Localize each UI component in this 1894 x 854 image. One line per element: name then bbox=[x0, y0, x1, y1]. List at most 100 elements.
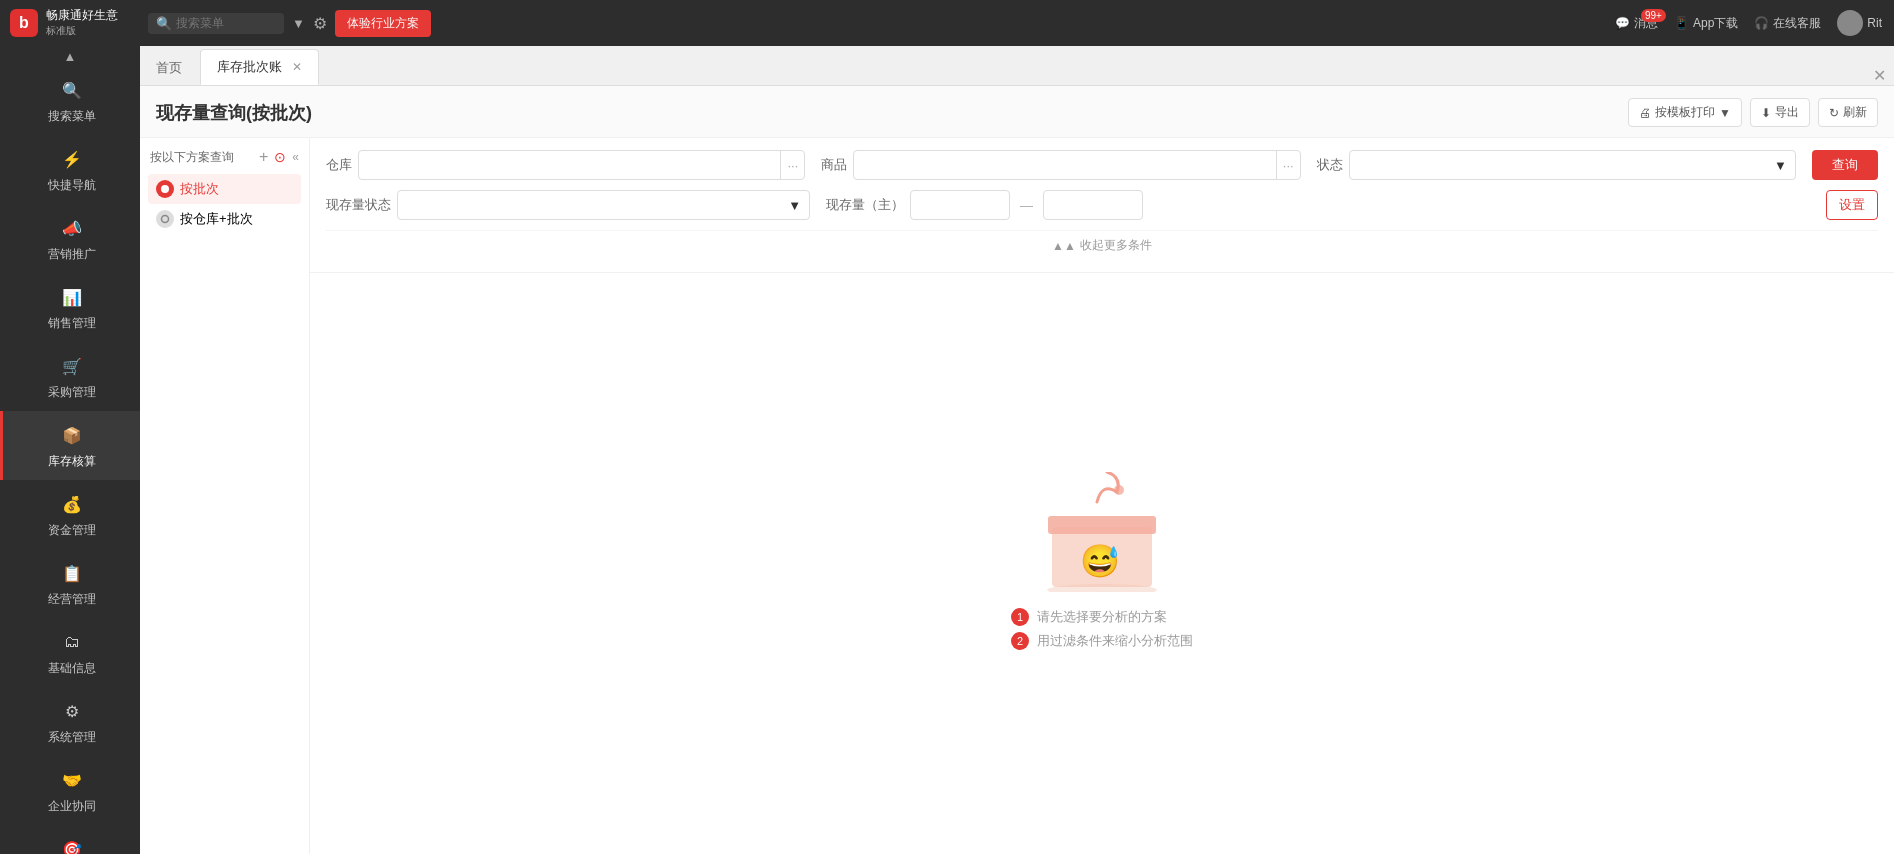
sidebar-item-system[interactable]: ⚙ 系统管理 bbox=[0, 687, 140, 756]
scheme-item-batch[interactable]: 按批次 bbox=[148, 174, 301, 204]
top-bar: b 畅康通好生意 标准版 🔍 ▼ ⚙ 体验行业方案 💬 消息 99+ 📱 App… bbox=[0, 0, 1894, 46]
sidebar-item-inventory[interactable]: 📦 库存核算 bbox=[0, 411, 140, 480]
app-download-btn[interactable]: 📱 App下载 bbox=[1674, 15, 1738, 32]
sidebar-scroll-up[interactable]: ▲ bbox=[0, 46, 140, 66]
messages-badge: 99+ bbox=[1641, 9, 1666, 22]
app-name: 畅康通好生意 bbox=[46, 8, 118, 24]
menu-search-input[interactable] bbox=[176, 16, 276, 30]
sidebar-item-purchase[interactable]: 🛒 采购管理 bbox=[0, 342, 140, 411]
empty-hint-2: 2 用过滤条件来缩小分析范围 bbox=[1011, 632, 1193, 650]
empty-illustration: 😅 bbox=[1022, 472, 1182, 592]
sidebar-item-enterprise[interactable]: 🤝 企业协同 bbox=[0, 756, 140, 825]
trial-btn[interactable]: 体验行业方案 bbox=[335, 10, 431, 37]
stock-qty-to[interactable] bbox=[1043, 190, 1143, 220]
warehouse-label: 仓库 bbox=[326, 156, 352, 174]
tab-home-label: 首页 bbox=[156, 59, 182, 77]
guide-icon: 🎯 bbox=[58, 835, 86, 854]
messages-btn[interactable]: 💬 消息 99+ bbox=[1615, 15, 1658, 32]
search-menu-icon: 🔍 bbox=[58, 76, 86, 104]
sales-icon: 📊 bbox=[58, 283, 86, 311]
filter-item-stock-qty: 现存量（主） — bbox=[826, 190, 1310, 220]
sidebar-enterprise-label: 企业协同 bbox=[48, 798, 96, 815]
app-version: 标准版 bbox=[46, 24, 118, 38]
settings-btn[interactable]: 设置 bbox=[1826, 190, 1878, 220]
sidebar-finance-label: 资金管理 bbox=[48, 522, 96, 539]
sidebar-sales-label: 销售管理 bbox=[48, 315, 96, 332]
app-download-label: App下载 bbox=[1693, 15, 1738, 32]
page-content: 现存量查询(按批次) 🖨 按模板打印 ▼ ⬇ 导出 ↻ 刷新 bbox=[140, 86, 1894, 854]
status-label: 状态 bbox=[1317, 156, 1343, 174]
sidebar-item-guide[interactable]: 🎯 新手引导 bbox=[0, 825, 140, 854]
enterprise-icon: 🤝 bbox=[58, 766, 86, 794]
scheme-panel: 按以下方案查询 + ⊙ « 按批次 bbox=[140, 138, 310, 854]
product-input[interactable] bbox=[854, 158, 1275, 173]
tab-close-icon[interactable]: ✕ bbox=[292, 60, 302, 74]
tab-home[interactable]: 首页 bbox=[140, 51, 198, 85]
filter-row-2: 现存量状态 ▼ 现存量（主） — bbox=[326, 190, 1878, 220]
quick-nav-icon: ⚡ bbox=[58, 145, 86, 173]
page-header: 现存量查询(按批次) 🖨 按模板打印 ▼ ⬇ 导出 ↻ 刷新 bbox=[140, 86, 1894, 138]
scheme-dot-warehouse-batch bbox=[156, 210, 174, 228]
warehouse-input[interactable] bbox=[359, 158, 780, 173]
refresh-btn[interactable]: ↻ 刷新 bbox=[1818, 98, 1878, 127]
print-template-btn[interactable]: 🖨 按模板打印 ▼ bbox=[1628, 98, 1742, 127]
empty-hint-1: 1 请先选择要分析的方案 bbox=[1011, 608, 1193, 626]
status-select[interactable]: ▼ bbox=[1349, 150, 1796, 180]
menu-search-box[interactable]: 🔍 bbox=[148, 13, 284, 34]
warehouse-more-btn[interactable]: ··· bbox=[780, 151, 804, 179]
tab-bar: 首页 库存批次账 ✕ ✕ bbox=[140, 46, 1894, 86]
marketing-icon: 📣 bbox=[58, 214, 86, 242]
headset-icon: 🎧 bbox=[1754, 16, 1769, 30]
warehouse-input-group[interactable]: ··· bbox=[358, 150, 805, 180]
sidebar-purchase-label: 采购管理 bbox=[48, 384, 96, 401]
page-title: 现存量查询(按批次) bbox=[156, 101, 312, 125]
online-service-btn[interactable]: 🎧 在线客服 bbox=[1754, 15, 1821, 32]
export-icon: ⬇ bbox=[1761, 106, 1771, 120]
stock-status-select[interactable]: ▼ bbox=[397, 190, 810, 220]
topbar-dropdown-icon[interactable]: ▼ bbox=[292, 16, 305, 31]
sidebar-item-basic[interactable]: 🗂 基础信息 bbox=[0, 618, 140, 687]
sidebar-item-quick[interactable]: ⚡ 快捷导航 bbox=[0, 135, 140, 204]
scheme-list: 按批次 按仓库+批次 bbox=[140, 174, 309, 234]
svg-point-0 bbox=[161, 185, 169, 193]
product-input-group[interactable]: ··· bbox=[853, 150, 1300, 180]
filter-row-1: 仓库 ··· 商品 ··· bbox=[326, 150, 1878, 180]
filter-content: 仓库 ··· 商品 ··· bbox=[310, 138, 1894, 854]
sidebar-inventory-label: 库存核算 bbox=[48, 453, 96, 470]
query-btn[interactable]: 查询 bbox=[1812, 150, 1878, 180]
scheme-item-warehouse-batch[interactable]: 按仓库+批次 bbox=[148, 204, 301, 234]
user-name: Rit bbox=[1867, 16, 1882, 30]
sidebar-item-operations[interactable]: 📋 经营管理 bbox=[0, 549, 140, 618]
stock-status-label: 现存量状态 bbox=[326, 196, 391, 214]
empty-text: 1 请先选择要分析的方案 2 用过滤条件来缩小分析范围 bbox=[1011, 608, 1193, 656]
scheme-collapse-btn[interactable]: « bbox=[292, 150, 299, 164]
filter-area: 仓库 ··· 商品 ··· bbox=[310, 138, 1894, 273]
tab-close-all-icon[interactable]: ✕ bbox=[1873, 66, 1886, 85]
tab-inventory-batch[interactable]: 库存批次账 ✕ bbox=[200, 49, 319, 85]
print-dropdown-icon[interactable]: ▼ bbox=[1719, 106, 1731, 120]
svg-point-1 bbox=[162, 216, 169, 223]
empty-num-1: 1 bbox=[1011, 608, 1029, 626]
collapse-btn[interactable]: ▲▲ 收起更多条件 bbox=[326, 230, 1878, 260]
sidebar-item-sales[interactable]: 📊 销售管理 bbox=[0, 273, 140, 342]
main-layout: ▲ 🔍 搜索菜单 ⚡ 快捷导航 📣 营销推广 📊 销售管理 🛒 采购管理 📦 库… bbox=[0, 46, 1894, 854]
panel-layout: 按以下方案查询 + ⊙ « 按批次 bbox=[140, 138, 1894, 854]
topbar-settings-icon[interactable]: ⚙ bbox=[313, 14, 327, 33]
svg-point-6 bbox=[1114, 485, 1124, 495]
empty-hint1-text: 请先选择要分析的方案 bbox=[1037, 608, 1167, 626]
stock-qty-from[interactable] bbox=[910, 190, 1010, 220]
logo-text-area: 畅康通好生意 标准版 bbox=[46, 8, 118, 38]
scheme-add-btn[interactable]: + bbox=[259, 148, 268, 166]
scheme-settings-btn[interactable]: ⊙ bbox=[274, 149, 286, 165]
sidebar-system-label: 系统管理 bbox=[48, 729, 96, 746]
inventory-icon: 📦 bbox=[58, 421, 86, 449]
export-btn[interactable]: ⬇ 导出 bbox=[1750, 98, 1810, 127]
stock-status-dropdown-icon: ▼ bbox=[788, 198, 801, 213]
sidebar-item-marketing[interactable]: 📣 营销推广 bbox=[0, 204, 140, 273]
sidebar-item-search[interactable]: 🔍 搜索菜单 bbox=[0, 66, 140, 135]
scheme-header: 按以下方案查询 + ⊙ « bbox=[140, 148, 309, 174]
search-icon: 🔍 bbox=[156, 16, 172, 31]
product-more-btn[interactable]: ··· bbox=[1276, 151, 1300, 179]
user-avatar-area[interactable]: Rit bbox=[1837, 10, 1882, 36]
sidebar-item-finance[interactable]: 💰 资金管理 bbox=[0, 480, 140, 549]
